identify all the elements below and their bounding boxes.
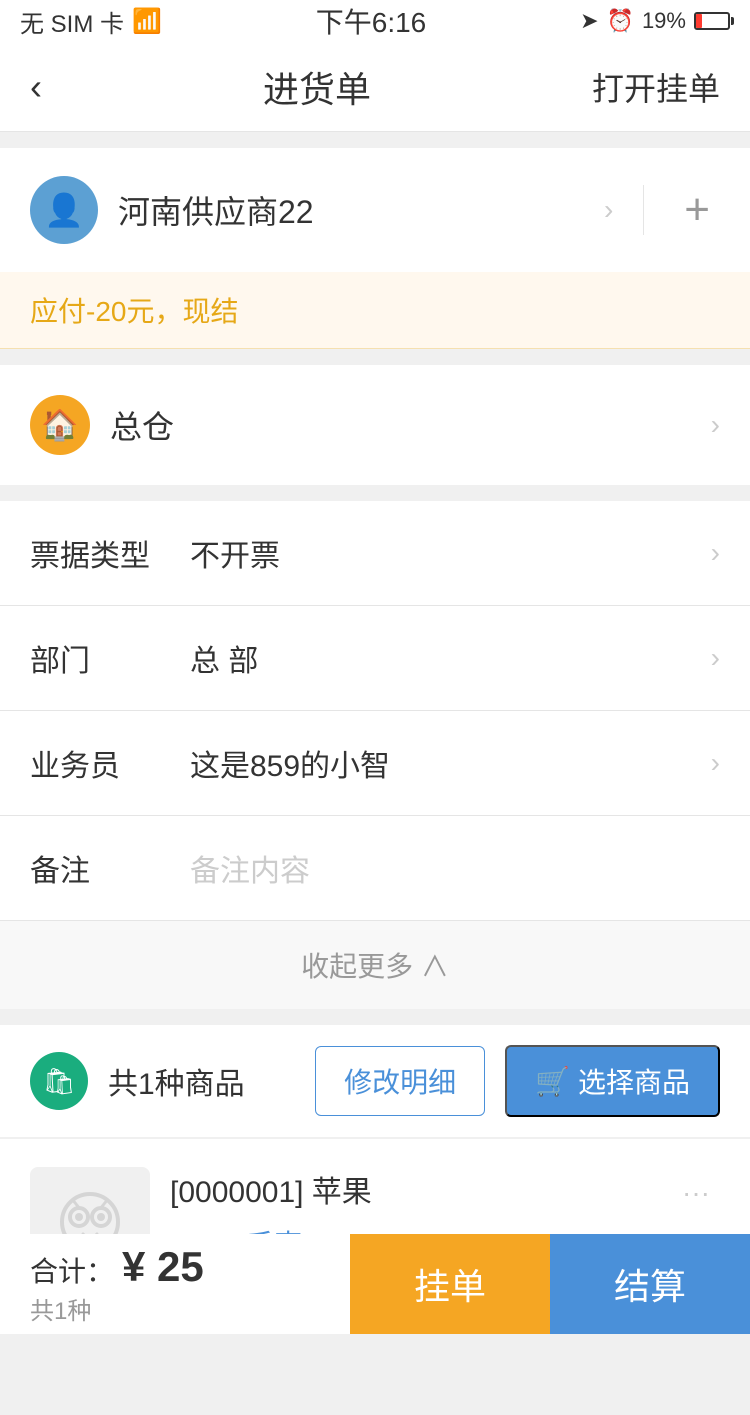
add-supplier-button[interactable]: + (674, 185, 720, 235)
select-product-label: 选择商品 (578, 1061, 690, 1101)
footer: 合计： ¥ 25 共1种 挂单 结算 (0, 1234, 750, 1334)
hang-button[interactable]: 挂单 (350, 1234, 550, 1334)
invoice-chevron-icon: › (711, 537, 720, 569)
carrier-text: 无 SIM 卡 (20, 4, 124, 39)
invoice-type-row[interactable]: 票据类型 不开票 › (0, 501, 750, 605)
battery-icon (694, 12, 730, 30)
edit-detail-button[interactable]: 修改明细 (315, 1046, 485, 1116)
select-product-button[interactable]: 🛒 选择商品 (505, 1045, 720, 1117)
checkout-label: 结算 (614, 1258, 686, 1310)
section-gap-1 (0, 132, 750, 148)
alarm-icon: ⏰ (607, 8, 634, 34)
department-row[interactable]: 部门 总 部 › (0, 606, 750, 710)
hang-label: 挂单 (414, 1258, 486, 1310)
invoice-type-label: 票据类型 (30, 531, 190, 575)
location-icon: ➤ (580, 8, 598, 34)
supplier-name: 河南供应商22 (118, 187, 584, 233)
salesman-value: 这是859的小智 (190, 741, 711, 785)
select-product-icon: 🛒 (535, 1065, 570, 1098)
vertical-divider (643, 185, 644, 235)
collapse-bar[interactable]: 收起更多 ∧ (0, 920, 750, 1009)
products-count: 共1种商品 (108, 1059, 295, 1103)
notice-bar: 应付-20元，现结 (0, 272, 750, 349)
back-button[interactable]: ‹ (30, 66, 42, 108)
remark-row[interactable]: 备注 备注内容 (0, 816, 750, 920)
total-label: 合计： (30, 1250, 114, 1290)
supplier-avatar: 👤 (30, 176, 98, 244)
open-pending-button[interactable]: 打开挂单 (592, 64, 720, 110)
product-more-button[interactable]: ··· (672, 1167, 720, 1219)
salesman-label: 业务员 (30, 741, 190, 785)
salesman-row[interactable]: 业务员 这是859的小智 › (0, 711, 750, 815)
status-bar: 无 SIM 卡 📶 下午6:16 ➤ ⏰ 19% (0, 0, 750, 42)
nav-bar: ‹ 进货单 打开挂单 (0, 42, 750, 132)
warehouse-name: 总仓 (110, 402, 691, 448)
status-right: ➤ ⏰ 19% (580, 8, 730, 34)
status-left: 无 SIM 卡 📶 (20, 4, 162, 39)
section-gap-2 (0, 349, 750, 365)
footer-total-section: 合计： ¥ 25 共1种 (0, 1234, 350, 1334)
page-title: 进货单 (263, 61, 371, 113)
warehouse-row[interactable]: 🏠 总仓 › (0, 365, 750, 485)
checkout-button[interactable]: 结算 (550, 1234, 750, 1334)
cart-icon: 🛍 (42, 1066, 75, 1097)
total-row: 合计： ¥ 25 (30, 1243, 320, 1291)
supplier-section[interactable]: 👤 河南供应商22 › + (0, 148, 750, 272)
total-amount: ¥ 25 (122, 1243, 204, 1291)
avatar-icon: 👤 (44, 191, 84, 229)
status-time: 下午6:16 (316, 1, 427, 41)
warehouse-chevron-icon: › (711, 409, 720, 441)
battery-text: 19% (642, 8, 686, 34)
invoice-type-value: 不开票 (190, 531, 711, 575)
total-sub: 共1种 (30, 1291, 320, 1326)
supplier-chevron-icon: › (604, 194, 613, 226)
products-header: 🛍 共1种商品 修改明细 🛒 选择商品 (0, 1025, 750, 1137)
warehouse-icon: 🏠 (30, 395, 90, 455)
remark-input[interactable]: 备注内容 (190, 846, 720, 890)
department-chevron-icon: › (711, 642, 720, 674)
department-value: 总 部 (190, 636, 711, 680)
salesman-chevron-icon: › (711, 747, 720, 779)
wifi-icon: 📶 (132, 7, 162, 36)
products-icon: 🛍 (30, 1052, 88, 1110)
remark-label: 备注 (30, 846, 190, 890)
product-name: [0000001] 苹果 (170, 1167, 652, 1211)
department-label: 部门 (30, 636, 190, 680)
section-gap-3 (0, 485, 750, 501)
